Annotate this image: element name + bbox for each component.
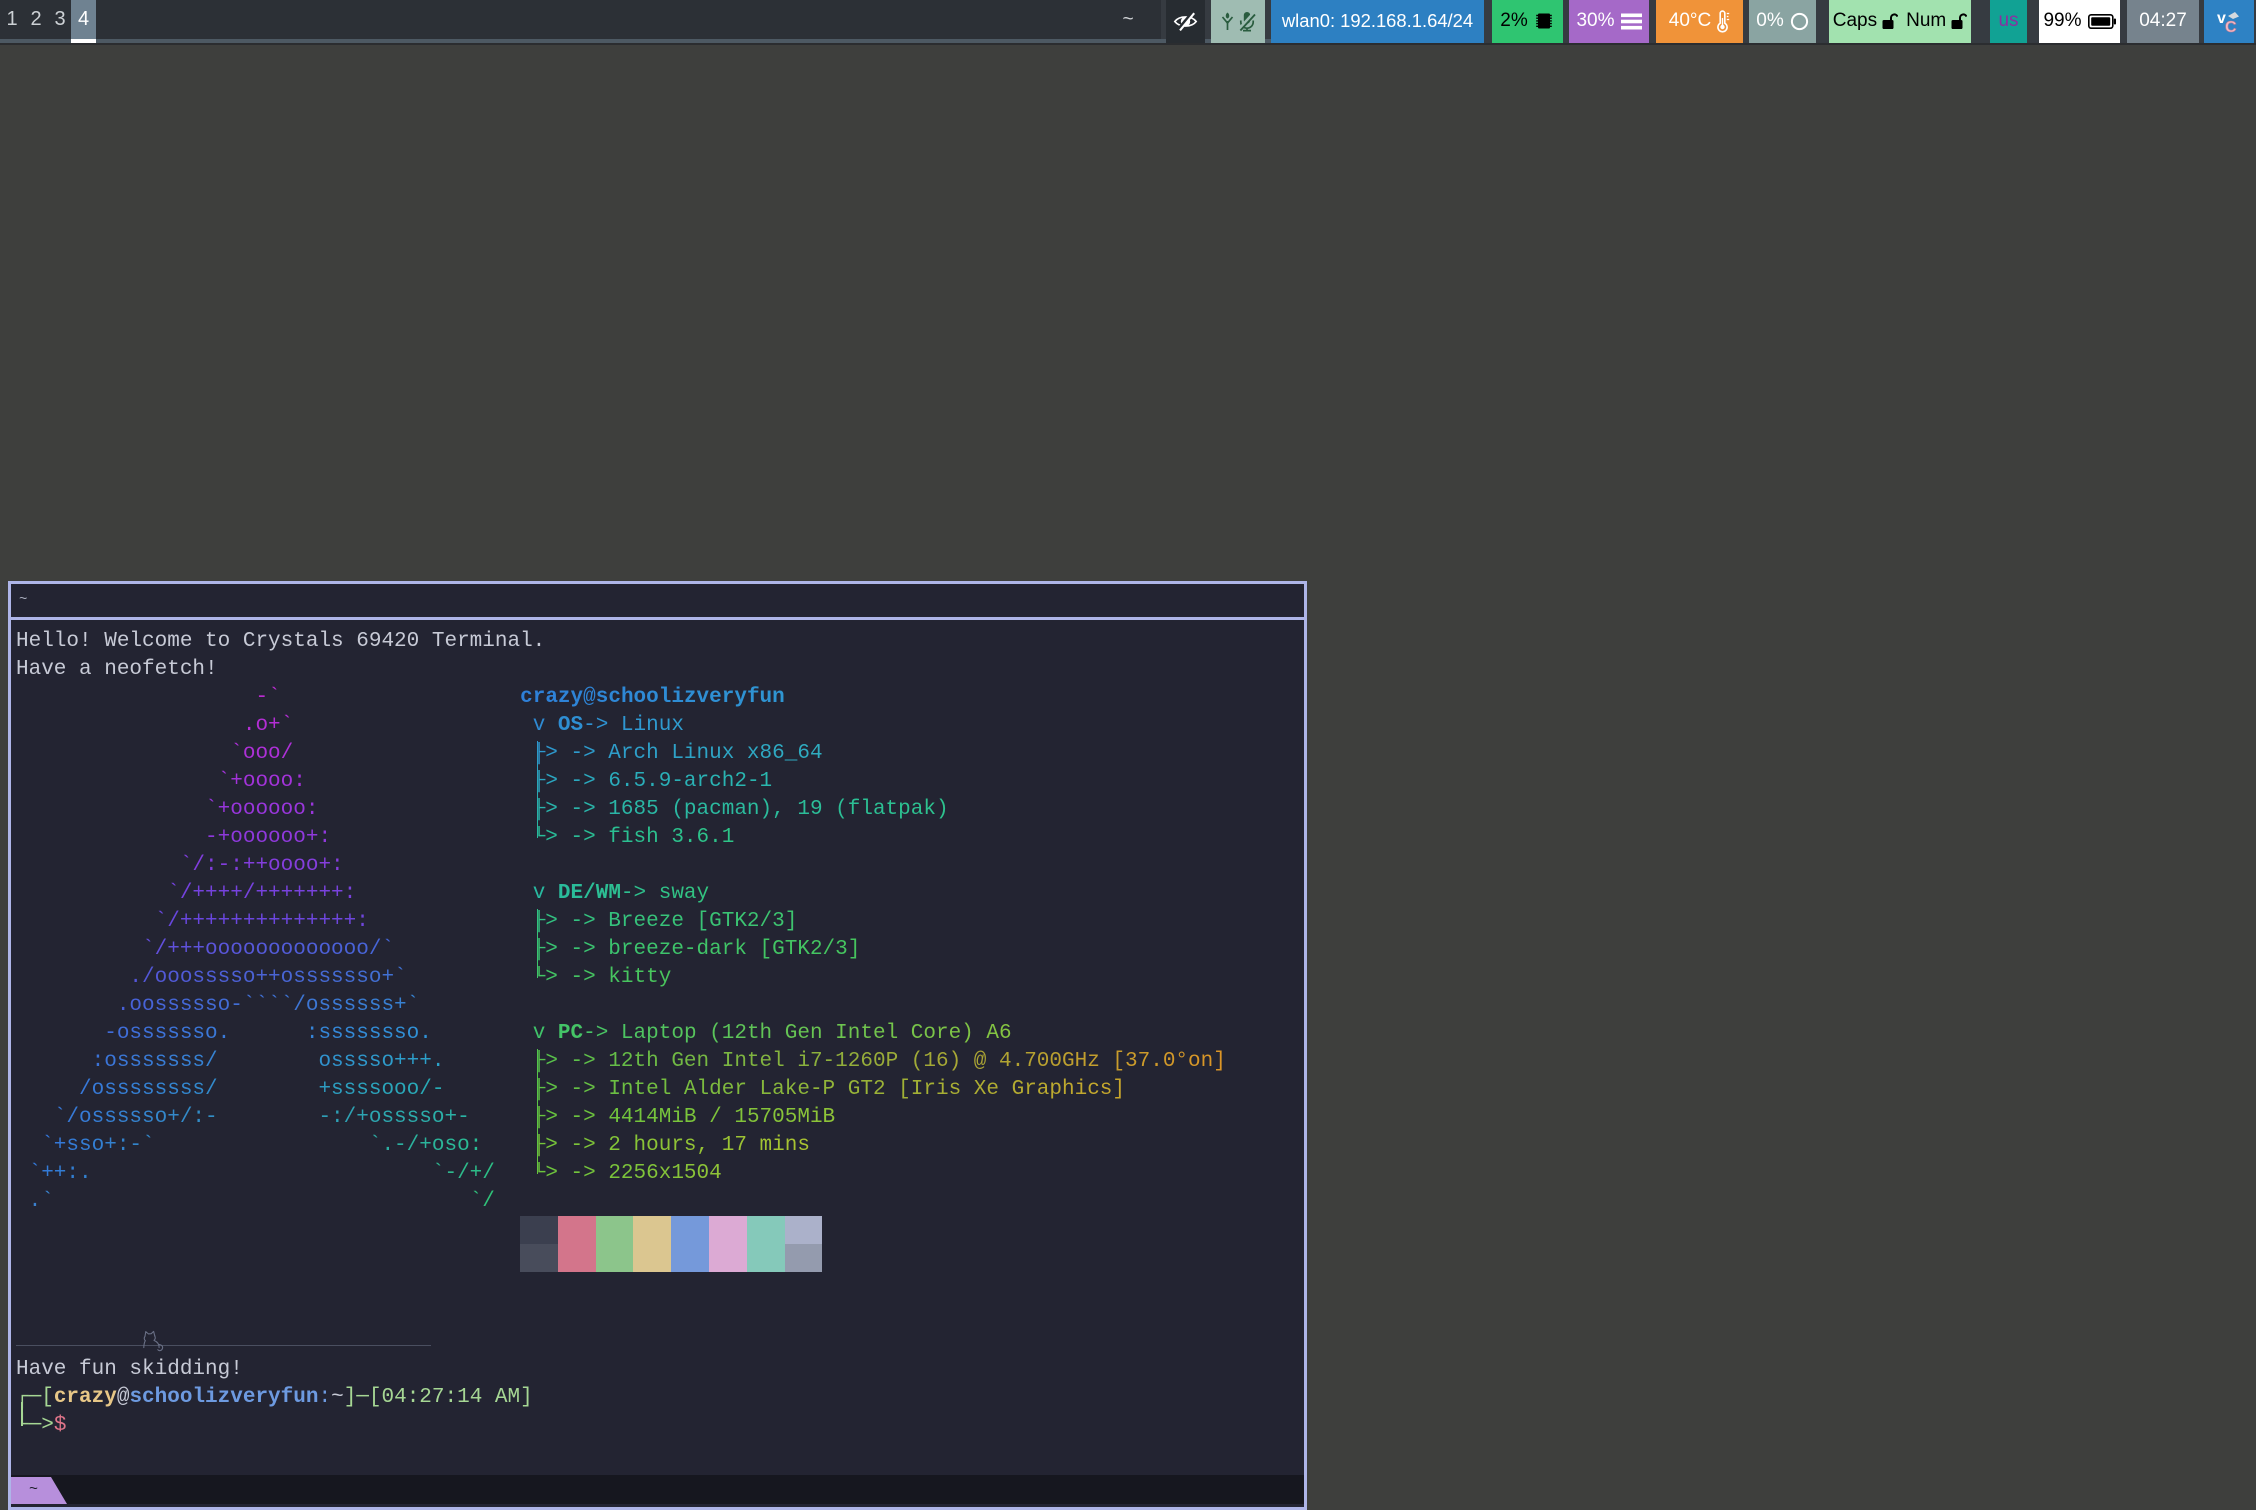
svg-text:C: C bbox=[2225, 19, 2237, 35]
